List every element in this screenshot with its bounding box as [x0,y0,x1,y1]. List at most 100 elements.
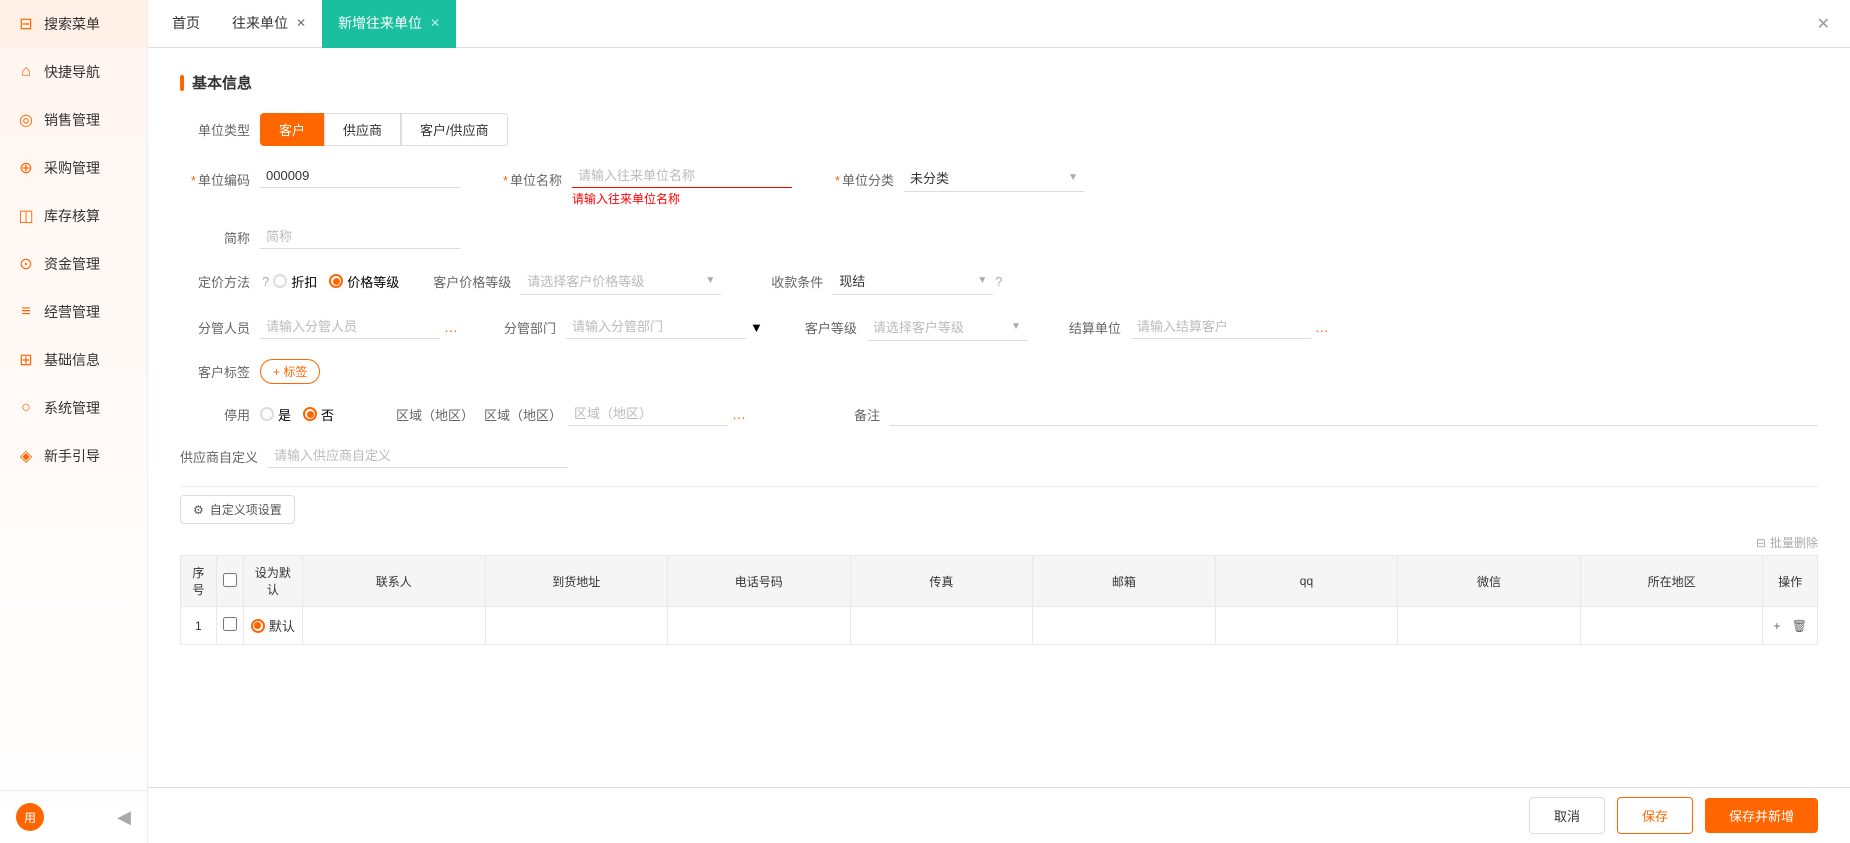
guide-icon: ◈ [16,446,36,466]
sidebar-item-purchase[interactable]: ⊕ 采购管理 [0,144,147,192]
col-action: 操作 [1763,556,1818,607]
tab-partners[interactable]: 往来单位 ✕ [216,0,322,48]
custom-settings-btn[interactable]: ⚙ 自定义项设置 [180,495,295,524]
pricing-level-radio[interactable] [329,274,343,288]
settlement-more-btn[interactable]: … [1311,319,1333,335]
row-phone-input[interactable] [674,614,844,637]
sidebar-item-system[interactable]: ○ 系统管理 [0,384,147,432]
supplier-custom-label: 供应商自定义 [180,447,268,466]
col-qq: qq [1215,556,1398,607]
unit-category-select[interactable]: 未分类 ▼ [904,164,1084,192]
dept-input[interactable] [566,315,746,339]
tags-label: 客户标签 [180,362,260,381]
row-action: + 🗑 [1763,607,1818,645]
unit-name-label: 单位名称 [492,164,572,189]
row-email-input[interactable] [1039,614,1209,637]
row-default-radio-item[interactable]: 默认 [250,616,296,635]
disable-no[interactable]: 否 [303,405,334,424]
row-email[interactable] [1033,607,1216,645]
unit-type-label: 单位类型 [180,120,260,139]
short-name-input[interactable] [260,225,460,249]
pricing-discount-radio[interactable] [273,274,287,288]
unit-name-error: 请输入往来单位名称 [572,190,792,207]
disable-yes-radio[interactable] [260,407,274,421]
row-wechat[interactable] [1398,607,1581,645]
customer-price-level-label: 客户价格等级 [431,272,521,291]
add-tag-btn[interactable]: + 标签 [260,359,320,384]
disable-no-radio[interactable] [303,407,317,421]
customer-price-level-chevron: ▼ [705,275,715,286]
payment-terms-label: 收款条件 [753,272,833,291]
row-contact[interactable] [302,607,485,645]
row-address[interactable] [485,607,668,645]
col-email: 邮箱 [1033,556,1216,607]
sidebar-item-quick-nav[interactable]: ⌂ 快捷导航 [0,48,147,96]
manager-more-btn[interactable]: … [440,319,462,335]
pricing-level[interactable]: 价格等级 [329,272,399,291]
row-fax[interactable] [850,607,1033,645]
tab-new-partner-close[interactable]: ✕ [430,16,440,30]
supplier-custom-input[interactable] [268,444,568,468]
customer-level-select[interactable]: 请选择客户等级 ▼ [867,313,1027,341]
customer-price-level-select[interactable]: 请选择客户价格等级 ▼ [521,267,721,295]
sidebar-item-inventory[interactable]: ◫ 库存核算 [0,192,147,240]
row-region-input[interactable] [1587,614,1757,637]
disable-row: 停用 是 否 区域（地区） 区域（地区） … 备注 [180,402,1818,426]
unit-type-supplier[interactable]: 供应商 [324,113,401,146]
batch-delete-btn[interactable]: ⊟ 批量删除 [1756,534,1818,551]
row-fax-input[interactable] [857,614,1027,637]
row-default-radio[interactable] [251,619,265,633]
sidebar-item-new-guide[interactable]: ◈ 新手引导 [0,432,147,480]
col-fax: 传真 [850,556,1033,607]
payment-terms-info-icon[interactable]: ? [995,274,1002,289]
disable-yes[interactable]: 是 [260,405,291,424]
sidebar-bottom: 用 ◀ [0,790,147,843]
select-all-checkbox[interactable] [223,573,237,587]
row-add-btn[interactable]: + [1773,619,1780,633]
save-and-new-button[interactable]: 保存并新增 [1705,798,1818,833]
table-row: 1 默认 [181,607,1818,645]
sidebar-item-sales[interactable]: ◎ 销售管理 [0,96,147,144]
tab-partners-close[interactable]: ✕ [296,16,306,30]
sidebar-item-operations[interactable]: ≡ 经营管理 [0,288,147,336]
save-button[interactable]: 保存 [1617,797,1693,834]
row-phone[interactable] [668,607,851,645]
row-region[interactable] [1580,607,1763,645]
sidebar-collapse-btn[interactable]: ◀ [117,807,131,828]
operations-icon: ≡ [16,302,36,322]
dept-label: 分管部门 [486,318,566,337]
row-address-input[interactable] [492,614,662,637]
sidebar-item-search-menu[interactable]: ⊟ 搜索菜单 [0,0,147,48]
sidebar-item-basic-info[interactable]: ⊞ 基础信息 [0,336,147,384]
row-checkbox[interactable] [223,617,237,631]
window-close-btn[interactable]: ✕ [1805,14,1842,34]
unit-type-group: 客户 供应商 客户/供应商 [260,113,508,146]
region-input[interactable] [568,402,728,426]
payment-terms-select[interactable]: 现结 ▼ [833,267,993,295]
basic-info-icon: ⊞ [16,350,36,370]
unit-type-customer[interactable]: 客户 [260,113,324,146]
row-wechat-input[interactable] [1404,614,1574,637]
row-qq-input[interactable] [1222,614,1392,637]
section-bar [180,75,184,91]
table-actions: ⊟ 批量删除 [180,534,1818,551]
pricing-discount[interactable]: 折扣 [273,272,317,291]
disable-label: 停用 [180,405,260,424]
region-more-btn[interactable]: … [728,406,750,422]
remark-input[interactable] [890,402,1818,426]
unit-type-both[interactable]: 客户/供应商 [401,113,508,146]
row-contact-input[interactable] [309,614,479,637]
sidebar-item-finance[interactable]: ⊙ 资金管理 [0,240,147,288]
tab-home[interactable]: 首页 [156,0,216,48]
manager-input[interactable] [260,315,440,339]
unit-name-input[interactable] [572,164,792,188]
row-delete-btn[interactable]: 🗑 [1792,619,1807,633]
settlement-input[interactable] [1131,315,1311,339]
pricing-info-icon[interactable]: ? [262,274,269,289]
row-qq[interactable] [1215,607,1398,645]
col-checkbox [216,556,243,607]
unit-type-row: 单位类型 客户 供应商 客户/供应商 [180,113,1818,146]
cancel-button[interactable]: 取消 [1529,797,1605,834]
tab-new-partner[interactable]: 新增往来单位 ✕ [322,0,456,48]
unit-code-input[interactable] [260,164,460,188]
